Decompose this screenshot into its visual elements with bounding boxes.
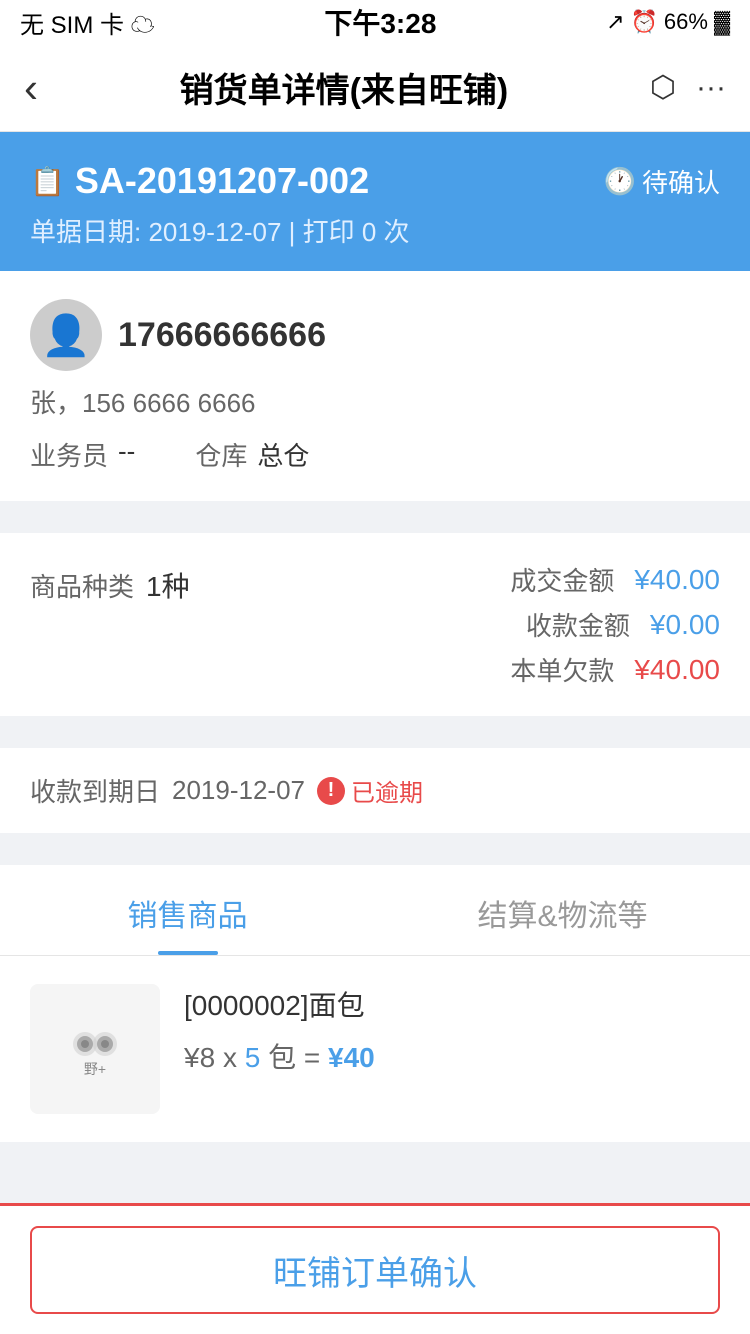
product-logo: 野+ <box>55 1009 135 1089</box>
status-left: 无 SIM 卡 ☁ <box>20 5 155 40</box>
confirm-order-button[interactable]: 旺铺订单确认 <box>30 1226 720 1314</box>
sim-status: 无 SIM 卡 ☁ <box>20 5 155 40</box>
order-date: 单据日期: 2019-12-07 | 打印 0 次 <box>30 212 720 249</box>
overdue-badge: ! 已逾期 <box>317 773 423 808</box>
equals-sign: = <box>304 1042 328 1073</box>
alarm-icon: ⏰ <box>631 9 658 35</box>
avatar: 👤 <box>30 299 102 371</box>
product-total: ¥40 <box>328 1042 375 1073</box>
product-image: 野+ <box>30 984 160 1114</box>
transaction-value: ¥40.00 <box>634 564 720 596</box>
product-types-value: 1种 <box>146 565 190 605</box>
divider-1 <box>0 517 750 533</box>
product-info: [0000002]面包 ¥8 x 5 包 = ¥40 <box>184 984 720 1076</box>
receipt-row: 收款金额 ¥0.00 <box>510 606 720 643</box>
amounts: 成交金额 ¥40.00 收款金额 ¥0.00 本单欠款 ¥40.00 <box>510 561 720 688</box>
salesperson-item: 业务员 -- <box>30 436 135 473</box>
divider-3 <box>0 849 750 865</box>
product-types: 商品种类 1种 <box>30 561 190 605</box>
more-icon[interactable]: ··· <box>696 71 726 105</box>
customer-phone: 17666666666 <box>118 316 326 355</box>
salesperson-value: -- <box>118 436 135 473</box>
overdue-icon: ! <box>317 777 345 805</box>
product-unit: 包 <box>268 1042 296 1073</box>
order-status: 🕐 待确认 <box>604 163 720 200</box>
share-icon[interactable]: ⬡ <box>650 70 676 105</box>
multiply-sign: x <box>223 1042 245 1073</box>
salesperson-label: 业务员 <box>30 436 108 473</box>
balance-row: 本单欠款 ¥40.00 <box>510 651 720 688</box>
warehouse-value: 总仓 <box>257 436 309 473</box>
price-unit: ¥8 <box>184 1042 215 1073</box>
clock-icon: 🕐 <box>604 166 636 197</box>
balance-label: 本单欠款 <box>510 651 614 688</box>
status-time: 下午3:28 <box>324 2 436 42</box>
order-header-top: 📋 SA-20191207-002 🕐 待确认 <box>30 160 720 202</box>
back-button[interactable]: ‹ <box>24 64 38 112</box>
nav-bar: ‹ 销货单详情(来自旺铺) ⬡ ··· <box>0 44 750 132</box>
warehouse-label: 仓库 <box>195 436 247 473</box>
overdue-label: 已逾期 <box>351 773 423 808</box>
due-date-label: 收款到期日 <box>30 772 160 809</box>
due-date-value: 2019-12-07 <box>172 775 305 806</box>
customer-meta: 业务员 -- 仓库 总仓 <box>30 436 720 473</box>
receipt-value: ¥0.00 <box>650 609 720 641</box>
warehouse-item: 仓库 总仓 <box>195 436 309 473</box>
order-header: 📋 SA-20191207-002 🕐 待确认 单据日期: 2019-12-07… <box>0 132 750 271</box>
tabs-section: 销售商品 结算&物流等 <box>0 865 750 956</box>
location-icon: ↗ <box>606 9 624 35</box>
battery-icon: ▓ <box>714 9 730 35</box>
balance-value: ¥40.00 <box>634 654 720 686</box>
nav-left: ‹ <box>24 64 38 112</box>
page-wrapper: 无 SIM 卡 ☁ 下午3:28 ↗ ⏰ 66% ▓ ‹ 销货单详情(来自旺铺)… <box>0 0 750 1334</box>
customer-name: 张，156 6666 6666 <box>30 383 720 420</box>
product-section: 野+ [0000002]面包 ¥8 x 5 包 = ¥40 <box>0 956 750 1142</box>
customer-section: 👤 17666666666 张，156 6666 6666 业务员 -- 仓库 … <box>0 271 750 501</box>
product-price: ¥8 x 5 包 = ¥40 <box>184 1036 720 1076</box>
customer-top: 👤 17666666666 <box>30 299 720 371</box>
transaction-label: 成交金额 <box>510 561 614 598</box>
transaction-row: 成交金额 ¥40.00 <box>510 561 720 598</box>
svg-text:野+: 野+ <box>84 1061 106 1077</box>
page-title: 销货单详情(来自旺铺) <box>180 63 509 112</box>
battery-level: 66% <box>664 9 708 35</box>
empty-content-area <box>0 1142 750 1203</box>
receipt-label: 收款金额 <box>526 606 630 643</box>
nav-right: ⬡ ··· <box>650 70 726 105</box>
status-bar: 无 SIM 卡 ☁ 下午3:28 ↗ ⏰ 66% ▓ <box>0 0 750 44</box>
divider-2 <box>0 732 750 748</box>
tab-sales-products[interactable]: 销售商品 <box>0 865 375 955</box>
order-icon: 📋 <box>30 165 65 198</box>
summary-section: 商品种类 1种 成交金额 ¥40.00 收款金额 ¥0.00 本单欠款 ¥40.… <box>0 533 750 716</box>
product-quantity: 5 <box>245 1042 261 1073</box>
confirm-button-area: 旺铺订单确认 <box>0 1203 750 1334</box>
product-name: [0000002]面包 <box>184 984 720 1024</box>
status-right: ↗ ⏰ 66% ▓ <box>606 9 730 35</box>
order-id: 📋 SA-20191207-002 <box>30 160 369 202</box>
due-date-section: 收款到期日 2019-12-07 ! 已逾期 <box>0 748 750 833</box>
product-types-label: 商品种类 <box>30 567 134 604</box>
tab-settlement[interactable]: 结算&物流等 <box>375 865 750 955</box>
